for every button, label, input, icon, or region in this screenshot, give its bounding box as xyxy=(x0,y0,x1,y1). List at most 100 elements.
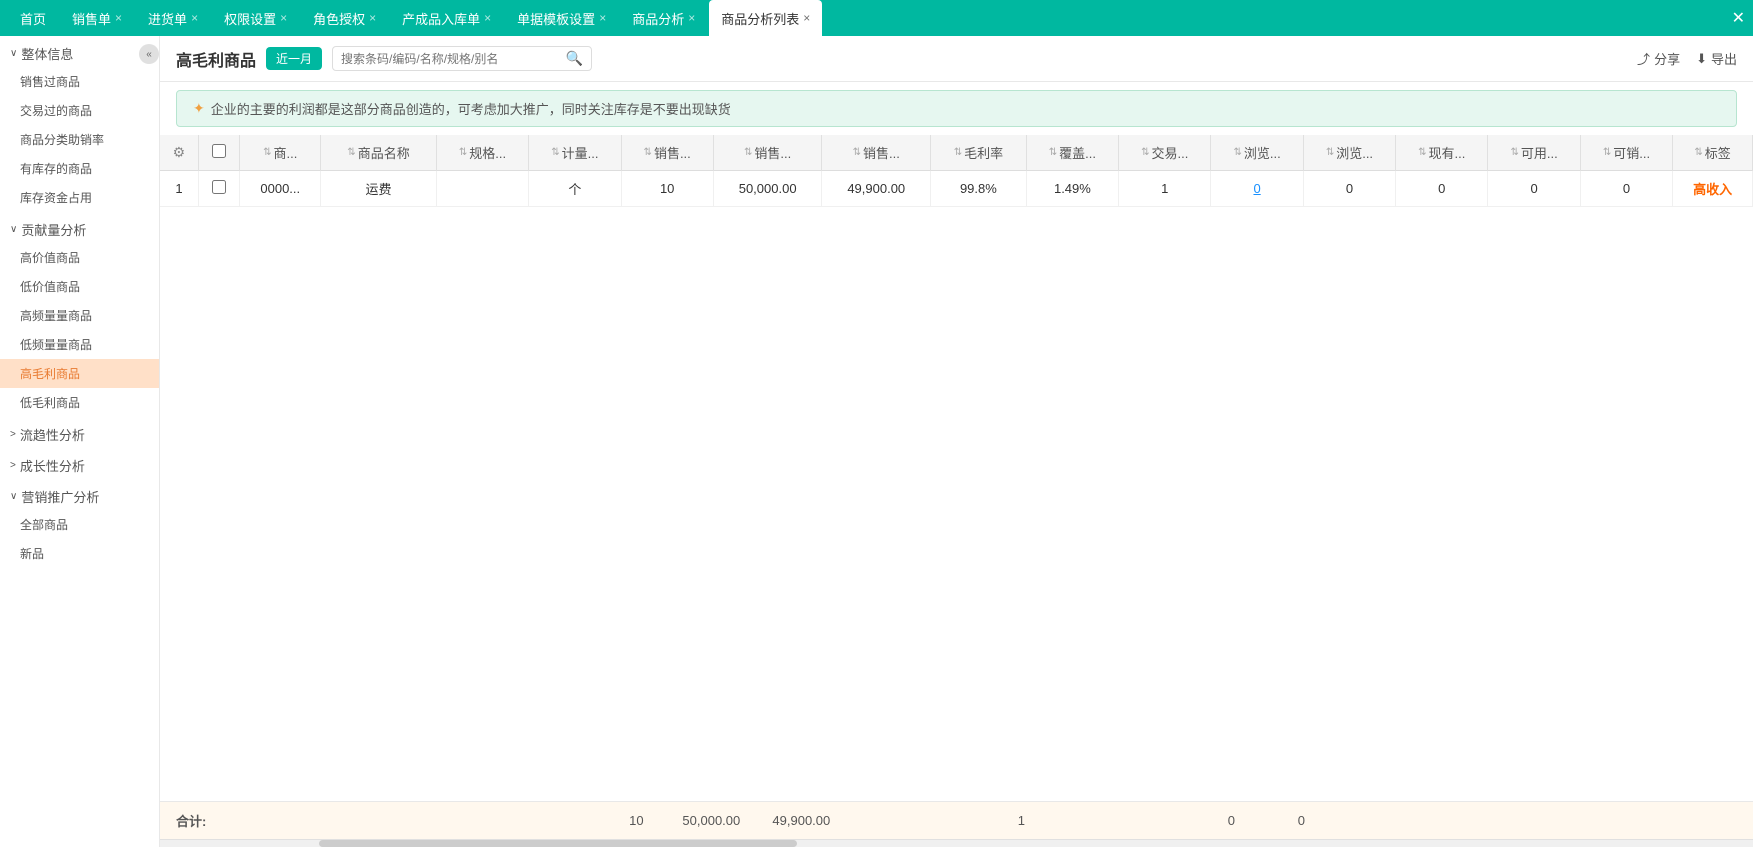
search-icon[interactable]: 🔍 xyxy=(566,50,583,67)
row-sellable-stock: 0 xyxy=(1580,171,1672,207)
row-index: 1 xyxy=(160,171,198,207)
table-footer: 合计: 1050,000.0049,900.00100 xyxy=(160,801,1753,839)
col-header-tag[interactable]: ⇅标签 xyxy=(1673,135,1753,171)
sort-icon: ⇅ xyxy=(1049,147,1057,158)
nav-close-doc-template[interactable]: × xyxy=(599,11,606,25)
nav-item-permission-settings[interactable]: 权限设置 × xyxy=(212,0,299,36)
nav-item-home[interactable]: 首页 xyxy=(8,0,58,36)
col-header-name[interactable]: ⇅商品名称 xyxy=(321,135,437,171)
footer-cell: 0 xyxy=(1196,813,1266,828)
sidebar-item-high-value-goods[interactable]: 高价值商品 xyxy=(0,243,159,272)
nav-item-purchase-order[interactable]: 进货单 × xyxy=(136,0,210,36)
col-header-browse2[interactable]: ⇅浏览... xyxy=(1303,135,1395,171)
chevron-down-icon: > xyxy=(10,429,16,440)
share-button[interactable]: ⤴ 分享 xyxy=(1637,49,1680,68)
footer-cell xyxy=(546,813,606,828)
nav-item-sales-order[interactable]: 销售单 × xyxy=(60,0,134,36)
sidebar-item-sales-goods[interactable]: 销售过商品 xyxy=(0,67,159,96)
nav-close-product-analysis[interactable]: × xyxy=(688,11,695,25)
sidebar-item-low-profit-goods[interactable]: 低毛利商品 xyxy=(0,388,159,417)
col-header-code[interactable]: ⇅商... xyxy=(240,135,321,171)
sort-icon: ⇅ xyxy=(1326,147,1334,158)
row-browse2: 0 xyxy=(1303,171,1395,207)
row-gross-margin: 99.8% xyxy=(931,171,1027,207)
header-actions: ⤴ 分享 ⬇ 导出 xyxy=(1637,49,1737,68)
sidebar-section-overall-info[interactable]: ∨整体信息 xyxy=(0,36,159,67)
sidebar-item-traded-goods[interactable]: 交易过的商品 xyxy=(0,96,159,125)
sidebar-section-growth-analysis[interactable]: >成长性分析 xyxy=(0,448,159,479)
info-banner: ✦ 企业的主要的利润都是这部分商品创造的，可考虑加大推广，同时关注库存是不要出现… xyxy=(176,90,1737,127)
sort-icon: ⇅ xyxy=(347,147,355,158)
sidebar-section-trend-analysis[interactable]: >流趋性分析 xyxy=(0,417,159,448)
col-header-spec[interactable]: ⇅规格... xyxy=(436,135,528,171)
sidebar-item-low-freq-goods[interactable]: 低频量量商品 xyxy=(0,330,159,359)
sidebar-section-marketing-analysis[interactable]: ∨营销推广分析 xyxy=(0,479,159,510)
footer-cell: 0 xyxy=(1266,813,1336,828)
nav-close-product-analysis-list[interactable]: × xyxy=(803,11,810,25)
col-header-transaction[interactable]: ⇅交易... xyxy=(1119,135,1211,171)
scrollbar-thumb[interactable] xyxy=(319,840,797,847)
col-header-checkbox[interactable] xyxy=(198,135,239,171)
nav-close-role-permission[interactable]: × xyxy=(369,11,376,25)
row-current-stock: 0 xyxy=(1396,171,1488,207)
nav-item-product-analysis-list[interactable]: 商品分析列表 × xyxy=(709,0,822,36)
close-app-button[interactable]: ✕ xyxy=(1732,8,1745,28)
row-name: 运费 xyxy=(321,171,437,207)
nav-item-product-analysis[interactable]: 商品分析 × xyxy=(620,0,707,36)
share-icon: ⤴ xyxy=(1637,49,1650,68)
sidebar-item-high-profit-goods[interactable]: 高毛利商品 xyxy=(0,359,159,388)
row-select-0[interactable] xyxy=(212,180,226,194)
col-header-sales-cost[interactable]: ⇅销售... xyxy=(822,135,931,171)
sidebar-item-high-freq-goods[interactable]: 高频量量商品 xyxy=(0,301,159,330)
nav-item-doc-template[interactable]: 单据模板设置 × xyxy=(505,0,618,36)
col-header-sellable-stock[interactable]: ⇅可销... xyxy=(1580,135,1672,171)
nav-close-product-entry[interactable]: × xyxy=(484,11,491,25)
sort-icon: ⇅ xyxy=(1694,147,1702,158)
row-spec xyxy=(436,171,528,207)
nav-close-permission-settings[interactable]: × xyxy=(280,11,287,25)
col-header-unit[interactable]: ⇅计量... xyxy=(529,135,621,171)
sort-icon: ⇅ xyxy=(1141,147,1149,158)
settings-icon[interactable]: ⚙ xyxy=(173,144,186,160)
sidebar-item-all-goods[interactable]: 全部商品 xyxy=(0,510,159,539)
sidebar-item-low-value-goods[interactable]: 低价值商品 xyxy=(0,272,159,301)
nav-close-purchase-order[interactable]: × xyxy=(191,11,198,25)
sort-icon: ⇅ xyxy=(744,147,752,158)
row-sales-amount: 50,000.00 xyxy=(713,171,822,207)
col-header-current-stock[interactable]: ⇅现有... xyxy=(1396,135,1488,171)
col-header-browse1[interactable]: ⇅浏览... xyxy=(1211,135,1303,171)
footer-cell: 10 xyxy=(606,813,666,828)
sidebar-item-in-stock-goods[interactable]: 有库存的商品 xyxy=(0,154,159,183)
col-header-settings[interactable]: ⚙ xyxy=(160,135,198,171)
sidebar-collapse-button[interactable]: « xyxy=(139,44,159,64)
col-header-coverage[interactable]: ⇅覆盖... xyxy=(1026,135,1118,171)
nav-item-role-permission[interactable]: 角色授权 × xyxy=(301,0,388,36)
col-header-sales-qty[interactable]: ⇅销售... xyxy=(621,135,713,171)
chevron-down-icon: > xyxy=(10,460,16,471)
row-available-stock: 0 xyxy=(1488,171,1580,207)
footer-cell xyxy=(916,813,986,828)
row-checkbox[interactable] xyxy=(198,171,239,207)
nav-item-product-entry[interactable]: 产成品入库单 × xyxy=(390,0,503,36)
col-header-sales-amount[interactable]: ⇅销售... xyxy=(713,135,822,171)
chevron-down-icon: ∨ xyxy=(10,491,17,502)
select-all-checkbox[interactable] xyxy=(212,144,226,158)
col-header-gross-margin[interactable]: ⇅毛利率 xyxy=(931,135,1027,171)
footer-cell: 1 xyxy=(986,813,1056,828)
sidebar-item-goods-conversion[interactable]: 商品分类助销率 xyxy=(0,125,159,154)
footer-cell xyxy=(1056,813,1126,828)
time-filter-button[interactable]: 近一月 xyxy=(266,47,322,70)
col-header-available-stock[interactable]: ⇅可用... xyxy=(1488,135,1580,171)
sidebar-item-new-goods[interactable]: 新品 xyxy=(0,539,159,568)
row-browse1[interactable]: 0 xyxy=(1211,171,1303,207)
nav-close-sales-order[interactable]: × xyxy=(115,11,122,25)
sidebar-section-profit-analysis[interactable]: ∨贡献量分析 xyxy=(0,212,159,243)
sidebar-item-stock-occupation[interactable]: 库存资金占用 xyxy=(0,183,159,212)
footer-cell xyxy=(286,813,356,828)
horizontal-scrollbar[interactable] xyxy=(160,839,1753,847)
search-input[interactable] xyxy=(341,52,560,66)
export-button[interactable]: ⬇ 导出 xyxy=(1696,49,1737,68)
chevron-down-icon: ∨ xyxy=(10,48,17,59)
table-row: 10000...运费个1050,000.0049,900.0099.8%1.49… xyxy=(160,171,1753,207)
footer-label: 合计: xyxy=(176,811,206,830)
